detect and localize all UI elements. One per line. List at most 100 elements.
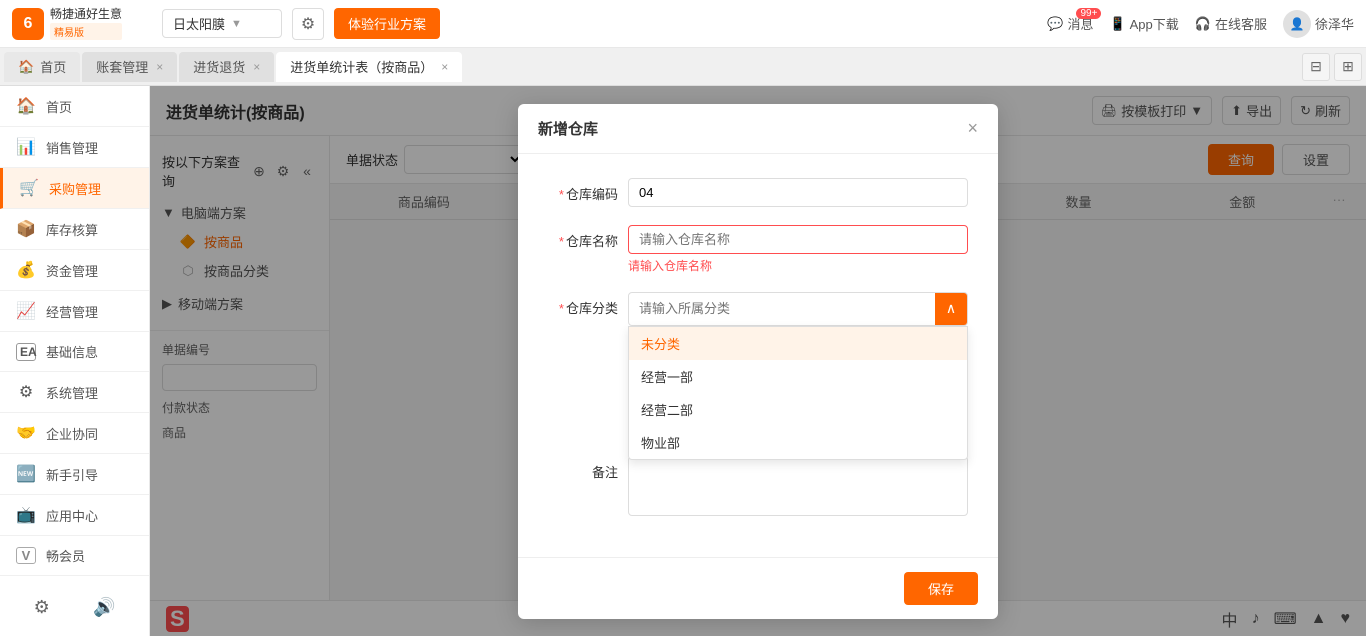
sidebar-item-basic-info-label: 基础信息 <box>46 342 98 361</box>
logo-icon: 6 <box>12 8 44 40</box>
tab-bar-actions: ⊟ ⊞ <box>1302 53 1362 81</box>
sidebar-item-inventory[interactable]: 📦 库存核算 <box>0 209 149 250</box>
store-dropdown-arrow-icon: ▼ <box>231 18 242 30</box>
modal-close-button[interactable]: × <box>967 118 978 139</box>
tab-purchase-stat-close-icon[interactable]: × <box>441 60 448 74</box>
category-toggle-button[interactable]: ∧ <box>935 293 967 325</box>
sidebar-item-purchase[interactable]: 🛒 采购管理 <box>0 168 149 209</box>
name-label: 仓库名称 <box>548 225 628 250</box>
sidebar-item-purchase-label: 采购管理 <box>49 179 101 198</box>
name-error-msg: 请输入仓库名称 <box>628 257 968 274</box>
app-download-button[interactable]: 📱 App下载 <box>1109 14 1178 33</box>
content-area: 进货单统计(按商品) 🖨 按模板打印 ▼ ⬆ 导出 ↻ 刷新 <box>150 86 1366 636</box>
tab-accounts[interactable]: 账套管理 × <box>82 52 177 82</box>
form-item-category: 仓库分类 ∧ 未分类 经营一部 经营二部 <box>548 292 968 326</box>
category-option-1[interactable]: 经营一部 <box>629 360 967 393</box>
save-button[interactable]: 保存 <box>904 572 978 605</box>
sidebar-item-operations-label: 经营管理 <box>46 302 98 321</box>
category-dropdown: 未分类 经营一部 经营二部 物业部 <box>628 326 968 460</box>
category-input-row: ∧ <box>628 292 968 326</box>
sidebar-item-app-center[interactable]: 📺 应用中心 <box>0 495 149 536</box>
enterprise-icon: 🤝 <box>16 423 36 443</box>
tab-accounts-label: 账套管理 <box>96 57 148 76</box>
sidebar-item-basic-info[interactable]: EA 基础信息 <box>0 332 149 372</box>
message-button[interactable]: 💬 消息 99+ <box>1047 14 1093 33</box>
category-option-0[interactable]: 未分类 <box>629 327 967 360</box>
logo-area: 6 畅捷通好生意 精易版 <box>12 7 162 40</box>
app-badge: 精易版 <box>50 23 122 40</box>
home-sidebar-icon: 🏠 <box>16 96 36 116</box>
sidebar-item-sales[interactable]: 📊 销售管理 <box>0 127 149 168</box>
code-input[interactable] <box>628 178 968 207</box>
sidebar-settings-icon[interactable]: ⚙ <box>34 597 50 618</box>
sidebar-item-finance-label: 资金管理 <box>46 261 98 280</box>
modal-footer: 保存 <box>518 557 998 619</box>
trial-button[interactable]: 体验行业方案 <box>334 8 440 39</box>
sidebar-audio-icon[interactable]: 🔊 <box>93 597 115 618</box>
tab-purchase-return-close-icon[interactable]: × <box>253 60 260 74</box>
modal-header: 新增仓库 × <box>518 104 998 154</box>
form-item-note: 备注 <box>548 456 968 519</box>
sidebar-item-home[interactable]: 🏠 首页 <box>0 86 149 127</box>
header-center: 日太阳膜 ▼ ⚙ 体验行业方案 <box>162 8 1047 40</box>
tab-expand-button[interactable]: ⊞ <box>1334 53 1362 81</box>
sidebar-item-inventory-label: 库存核算 <box>46 220 98 239</box>
category-option-2[interactable]: 经营二部 <box>629 393 967 426</box>
form-item-code: 仓库编码 <box>548 178 968 207</box>
finance-icon: 💰 <box>16 260 36 280</box>
modal-title: 新增仓库 <box>538 118 598 139</box>
modal-body: 仓库编码 仓库名称 请输入仓库名称 <box>518 154 998 557</box>
category-option-3[interactable]: 物业部 <box>629 426 967 459</box>
purchase-icon: 🛒 <box>19 178 39 198</box>
form-item-name: 仓库名称 请输入仓库名称 <box>548 225 968 274</box>
sidebar-item-member[interactable]: V 畅会员 <box>0 536 149 576</box>
tab-home[interactable]: 🏠 首页 <box>4 52 80 82</box>
notification-badge: 99+ <box>1076 8 1101 19</box>
name-input[interactable] <box>628 225 968 254</box>
basic-info-icon: EA <box>16 343 36 361</box>
sidebar-item-sales-label: 销售管理 <box>46 138 98 157</box>
user-area[interactable]: 👤 徐泽华 <box>1283 10 1354 38</box>
tab-purchase-return-label: 进货退货 <box>193 57 245 76</box>
tab-shrink-button[interactable]: ⊟ <box>1302 53 1330 81</box>
app-download-label: App下载 <box>1130 14 1179 33</box>
gear-button[interactable]: ⚙ <box>292 8 324 40</box>
name-input-wrap: 请输入仓库名称 <box>628 225 968 274</box>
sidebar-item-finance[interactable]: 💰 资金管理 <box>0 250 149 291</box>
tab-purchase-return[interactable]: 进货退货 × <box>179 52 274 82</box>
user-name: 徐泽华 <box>1315 14 1354 33</box>
sidebar-item-app-center-label: 应用中心 <box>46 506 98 525</box>
category-input[interactable] <box>629 295 935 322</box>
tab-purchase-stat-label: 进货单统计表（按商品） <box>290 57 433 76</box>
sidebar-item-enterprise[interactable]: 🤝 企业协同 <box>0 413 149 454</box>
message-icon: 💬 <box>1047 16 1063 32</box>
inventory-icon: 📦 <box>16 219 36 239</box>
sidebar-item-system-label: 系统管理 <box>46 383 98 402</box>
tab-accounts-close-icon[interactable]: × <box>156 60 163 74</box>
sidebar-item-operations[interactable]: 📈 经营管理 <box>0 291 149 332</box>
sidebar-item-guide[interactable]: 🆕 新手引导 <box>0 454 149 495</box>
code-label: 仓库编码 <box>548 178 628 203</box>
category-input-wrap: ∧ 未分类 经营一部 经营二部 物业部 <box>628 292 968 326</box>
home-icon: 🏠 <box>18 59 34 75</box>
note-label: 备注 <box>548 456 628 481</box>
app-name: 畅捷通好生意 <box>50 7 122 23</box>
tab-purchase-stat[interactable]: 进货单统计表（按商品） × <box>276 52 462 82</box>
tab-bar: 🏠 首页 账套管理 × 进货退货 × 进货单统计表（按商品） × ⊟ ⊞ <box>0 48 1366 86</box>
note-input-wrap <box>628 456 968 519</box>
sidebar: 🏠 首页 📊 销售管理 🛒 采购管理 📦 库存核算 💰 资金管理 📈 经营管理 … <box>0 86 150 636</box>
system-icon: ⚙ <box>16 382 36 402</box>
modal-overlay: 新增仓库 × 仓库编码 仓库名称 <box>150 86 1366 636</box>
note-input[interactable] <box>628 456 968 516</box>
gear-icon: ⚙ <box>301 14 315 34</box>
phone-icon: 📱 <box>1109 16 1125 32</box>
sidebar-item-system[interactable]: ⚙ 系统管理 <box>0 372 149 413</box>
sidebar-item-enterprise-label: 企业协同 <box>46 424 98 443</box>
headset-icon: 🎧 <box>1195 16 1211 32</box>
avatar: 👤 <box>1283 10 1311 38</box>
store-selector[interactable]: 日太阳膜 ▼ <box>162 9 282 38</box>
guide-icon: 🆕 <box>16 464 36 484</box>
online-service-button[interactable]: 🎧 在线客服 <box>1195 14 1267 33</box>
sidebar-item-guide-label: 新手引导 <box>46 465 98 484</box>
category-arrow-up-icon: ∧ <box>946 300 956 317</box>
